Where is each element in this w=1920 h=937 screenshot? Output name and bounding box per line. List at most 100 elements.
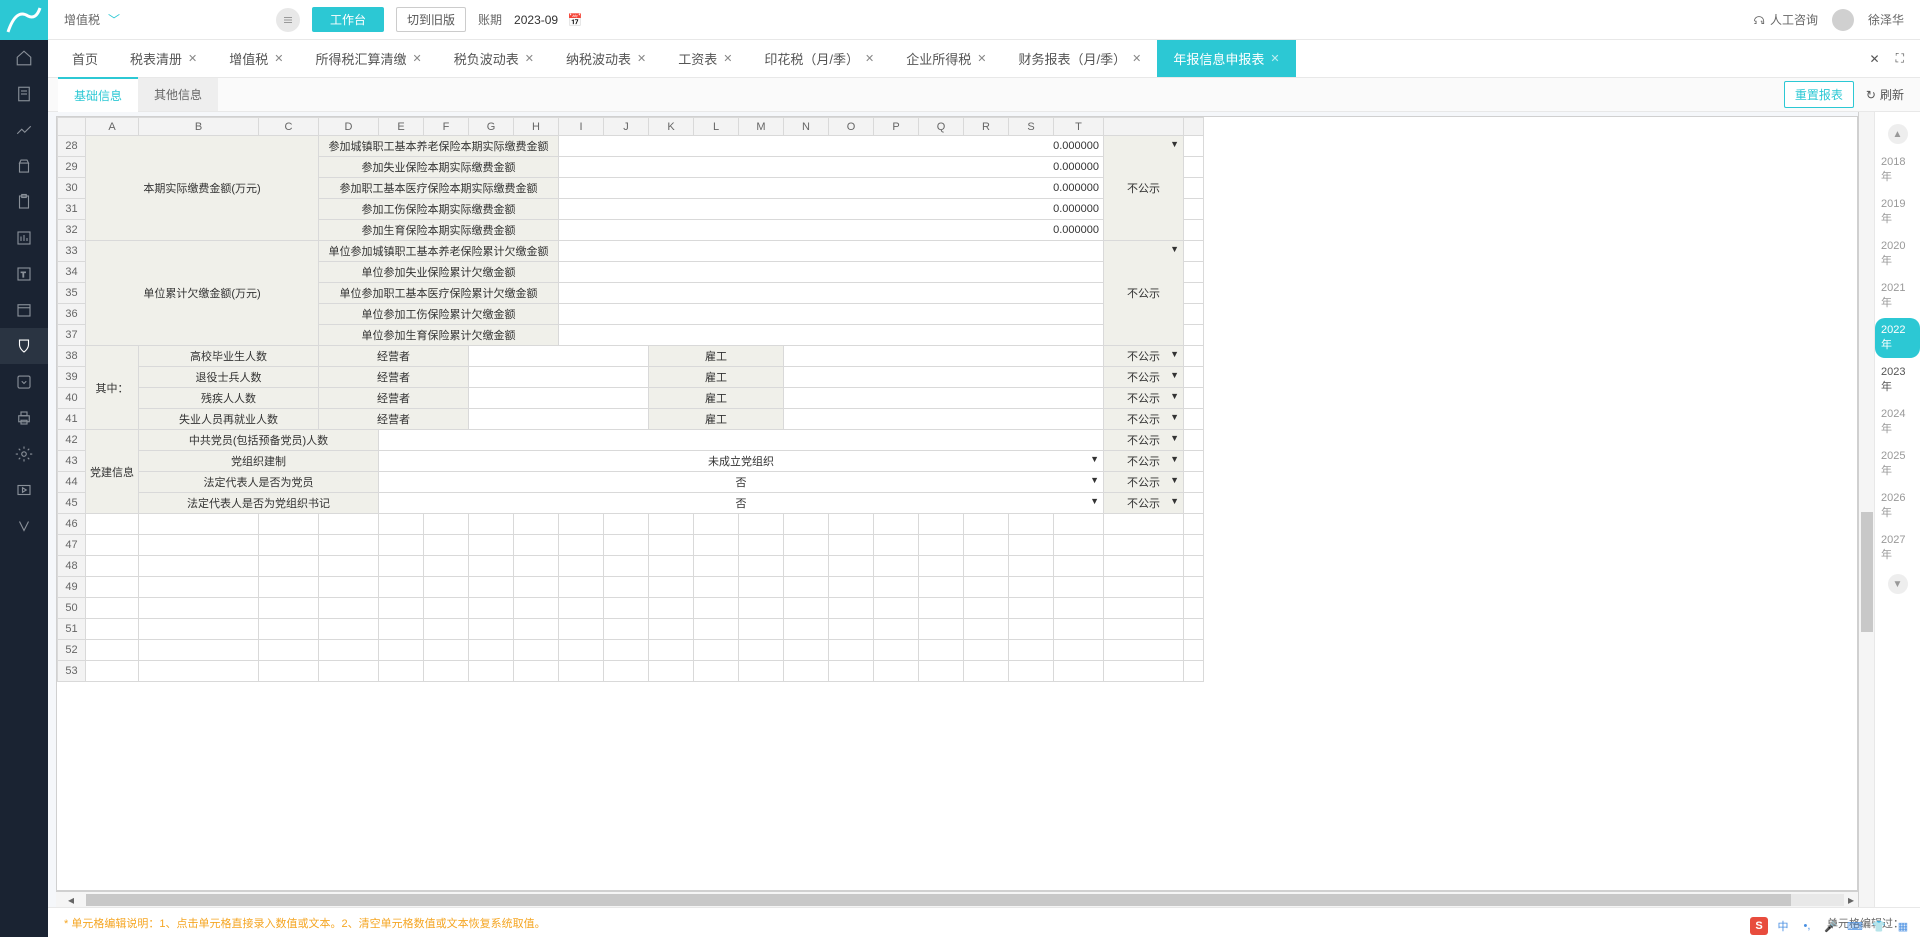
- cell[interactable]: [739, 619, 784, 640]
- cell[interactable]: [86, 535, 139, 556]
- cell[interactable]: [1184, 640, 1204, 661]
- cell[interactable]: [1009, 640, 1054, 661]
- row-header-49[interactable]: 49: [58, 577, 86, 598]
- cell[interactable]: [919, 514, 964, 535]
- cell[interactable]: [86, 619, 139, 640]
- cell[interactable]: [1054, 577, 1104, 598]
- cell[interactable]: [694, 514, 739, 535]
- cell[interactable]: [559, 514, 604, 535]
- row-header-53[interactable]: 53: [58, 661, 86, 682]
- cell[interactable]: [1184, 388, 1204, 409]
- sidebar-archive-icon[interactable]: [0, 364, 48, 400]
- cell[interactable]: [1054, 598, 1104, 619]
- cell[interactable]: [1104, 535, 1184, 556]
- cell[interactable]: [259, 556, 319, 577]
- cell[interactable]: [919, 556, 964, 577]
- cell-value[interactable]: [559, 325, 1104, 346]
- cell-label[interactable]: 参加职工基本医疗保险本期实际缴费金额: [319, 178, 559, 199]
- cell[interactable]: [1104, 640, 1184, 661]
- cell[interactable]: [739, 598, 784, 619]
- reset-report-button[interactable]: 重置报表: [1784, 81, 1854, 108]
- tab-close-icon[interactable]: ✕: [1270, 52, 1279, 65]
- cell[interactable]: [514, 556, 559, 577]
- cell[interactable]: [319, 661, 379, 682]
- col-header-J[interactable]: J: [604, 118, 649, 136]
- tab-close-icon[interactable]: ✕: [274, 52, 283, 65]
- dropdown-cell[interactable]: 不公示▼: [1104, 388, 1184, 409]
- col-header-K[interactable]: K: [649, 118, 694, 136]
- cell[interactable]: [514, 661, 559, 682]
- tab-3[interactable]: 所得税汇算清缴✕: [299, 40, 437, 77]
- sidebar-report-icon[interactable]: [0, 220, 48, 256]
- cell-label[interactable]: 经营者: [319, 409, 469, 430]
- cell-value[interactable]: 0.000000: [559, 220, 1104, 241]
- cell[interactable]: [86, 514, 139, 535]
- dropdown-cell[interactable]: 不公示▼: [1104, 409, 1184, 430]
- cell[interactable]: [964, 640, 1009, 661]
- cell[interactable]: [604, 577, 649, 598]
- col-header-T[interactable]: T: [1054, 118, 1104, 136]
- cell[interactable]: [964, 514, 1009, 535]
- cell[interactable]: [139, 556, 259, 577]
- cell[interactable]: [469, 367, 649, 388]
- cell[interactable]: [739, 535, 784, 556]
- cell[interactable]: [604, 619, 649, 640]
- dropdown-cell[interactable]: 不公示▼: [1104, 430, 1184, 451]
- dropdown-cell[interactable]: 未成立党组织▼: [379, 451, 1104, 472]
- cell[interactable]: [829, 514, 874, 535]
- cell[interactable]: [469, 577, 514, 598]
- cell-label[interactable]: 雇工: [649, 388, 784, 409]
- cell[interactable]: [86, 598, 139, 619]
- cell[interactable]: [259, 598, 319, 619]
- cell[interactable]: [1184, 199, 1204, 220]
- tab-close-icon[interactable]: ✕: [525, 52, 534, 65]
- cell[interactable]: [86, 556, 139, 577]
- sidebar-home-icon[interactable]: [0, 40, 48, 76]
- cell[interactable]: [919, 535, 964, 556]
- dropdown-cell[interactable]: 不公示▼: [1104, 241, 1184, 346]
- cell[interactable]: [874, 577, 919, 598]
- col-header-Q[interactable]: Q: [919, 118, 964, 136]
- cell[interactable]: [694, 640, 739, 661]
- cell[interactable]: [514, 535, 559, 556]
- cell[interactable]: [514, 598, 559, 619]
- cell[interactable]: [424, 535, 469, 556]
- cell[interactable]: [649, 577, 694, 598]
- row-header-36[interactable]: 36: [58, 304, 86, 325]
- col-header-H[interactable]: H: [514, 118, 559, 136]
- row-header-33[interactable]: 33: [58, 241, 86, 262]
- row-header-41[interactable]: 41: [58, 409, 86, 430]
- cell[interactable]: [424, 661, 469, 682]
- dropdown-cell[interactable]: 不公示▼: [1104, 136, 1184, 241]
- cell[interactable]: [139, 640, 259, 661]
- vscroll-thumb[interactable]: [1861, 512, 1873, 632]
- dropdown-cell[interactable]: 不公示▼: [1104, 367, 1184, 388]
- cell-label[interactable]: 单位参加工伤保险累计欠缴金额: [319, 304, 559, 325]
- cell[interactable]: [1184, 262, 1204, 283]
- row-header-37[interactable]: 37: [58, 325, 86, 346]
- cell[interactable]: [784, 598, 829, 619]
- tab-1[interactable]: 税表清册✕: [114, 40, 213, 77]
- cell[interactable]: [259, 577, 319, 598]
- cell[interactable]: [649, 661, 694, 682]
- cell[interactable]: [379, 661, 424, 682]
- cell[interactable]: [559, 598, 604, 619]
- cell[interactable]: [1054, 619, 1104, 640]
- cell[interactable]: [874, 556, 919, 577]
- col-header-F[interactable]: F: [424, 118, 469, 136]
- cell[interactable]: [649, 598, 694, 619]
- col-header-M[interactable]: M: [739, 118, 784, 136]
- cell[interactable]: [649, 640, 694, 661]
- cell[interactable]: [1184, 346, 1204, 367]
- period-picker[interactable]: 2023-09 📅: [514, 13, 582, 27]
- cell[interactable]: [784, 577, 829, 598]
- row-header-30[interactable]: 30: [58, 178, 86, 199]
- cell[interactable]: [559, 640, 604, 661]
- cell[interactable]: [469, 535, 514, 556]
- avatar-icon[interactable]: [1832, 9, 1854, 31]
- cell[interactable]: [784, 640, 829, 661]
- row-header-29[interactable]: 29: [58, 157, 86, 178]
- year-2026年[interactable]: 2026年: [1875, 486, 1920, 526]
- col-header-L[interactable]: L: [694, 118, 739, 136]
- cell[interactable]: [1184, 514, 1204, 535]
